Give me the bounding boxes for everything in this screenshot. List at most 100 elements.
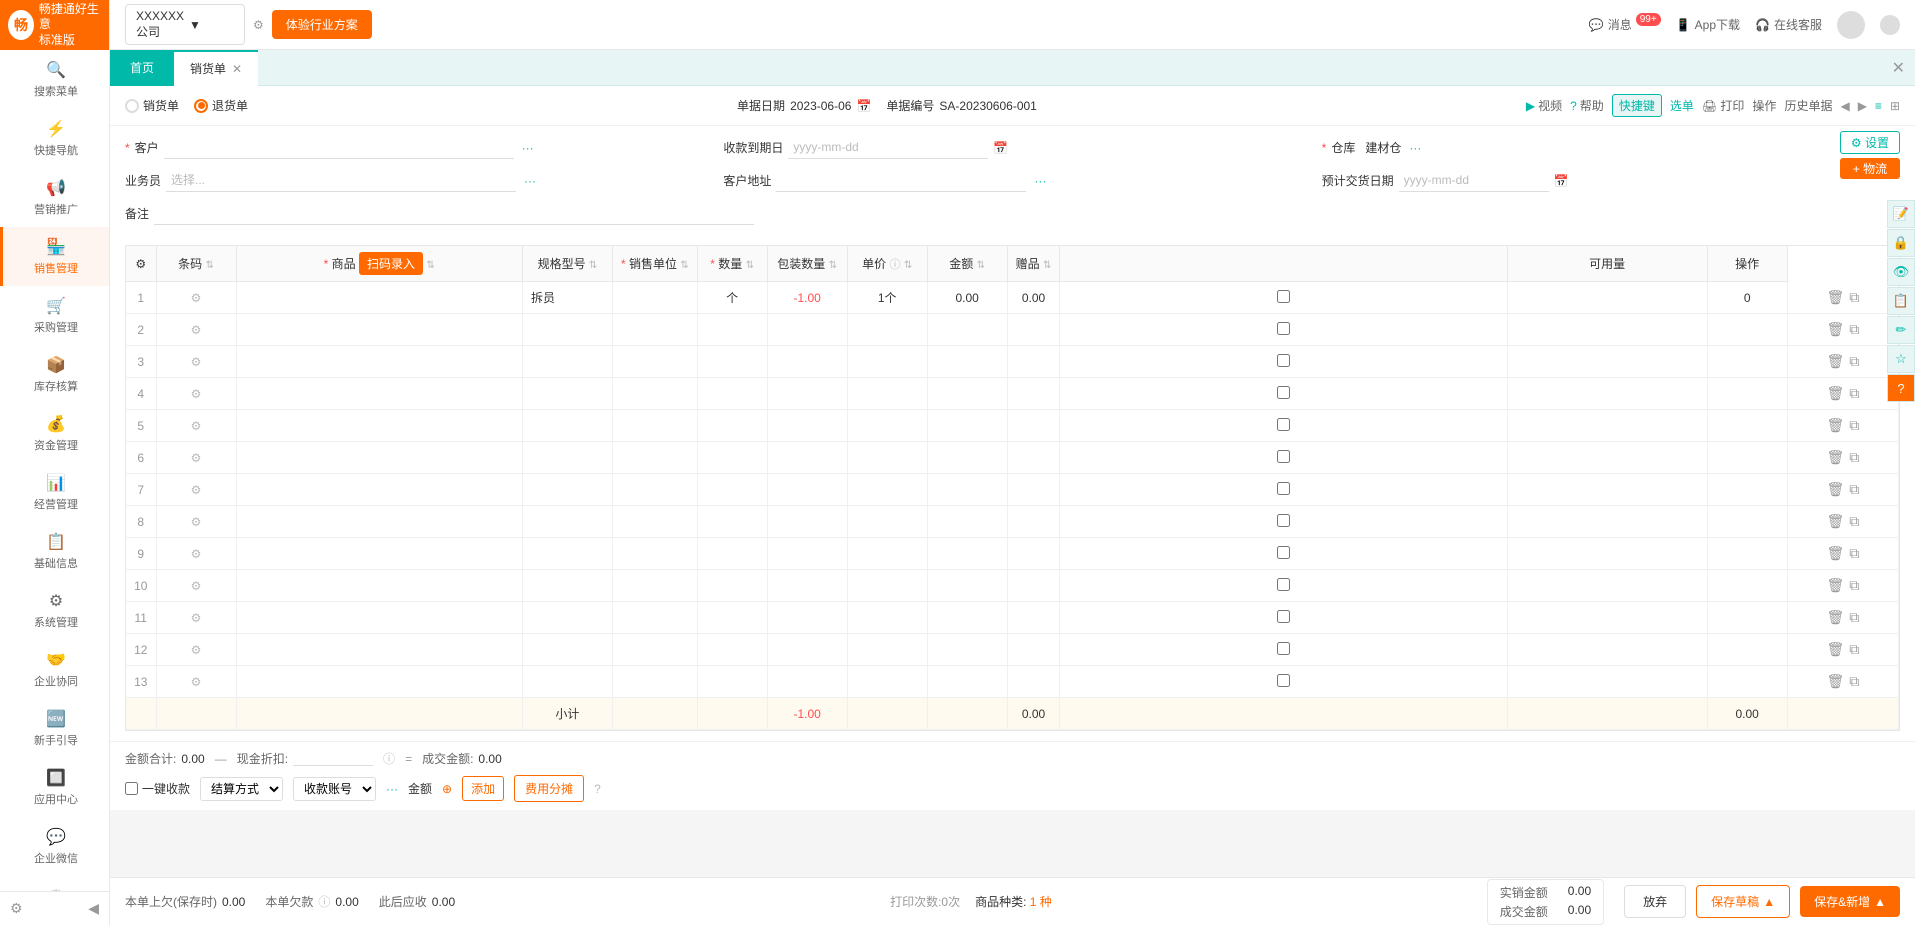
nav-prev-icon[interactable]: ◀ [1840, 99, 1849, 113]
gift-checkbox[interactable] [1277, 450, 1290, 463]
discount-input[interactable] [293, 751, 373, 766]
row-unit[interactable] [697, 538, 767, 570]
row-pkgqty[interactable] [847, 314, 927, 346]
app-download-button[interactable]: 📱 App下载 [1676, 16, 1740, 33]
row-barcode[interactable] [236, 442, 522, 474]
row-remark[interactable] [1507, 282, 1707, 314]
sidebar-item-inventory[interactable]: 📦 库存核算 [0, 345, 109, 404]
sidebar-item-search[interactable]: 🔍 搜索菜单 [0, 50, 109, 109]
row-price[interactable] [927, 570, 1007, 602]
row-gift[interactable] [1060, 474, 1507, 506]
row-qty[interactable] [767, 442, 847, 474]
history-btn[interactable]: 历史单据 [1784, 97, 1832, 114]
row-setting[interactable]: ⚙ [156, 570, 236, 602]
row-price[interactable]: 0.00 [927, 282, 1007, 314]
row-qty[interactable] [767, 506, 847, 538]
row-spec[interactable] [612, 282, 697, 314]
row-amount[interactable] [1007, 602, 1060, 634]
row-spec[interactable] [612, 378, 697, 410]
row-barcode[interactable] [236, 282, 522, 314]
gift-checkbox[interactable] [1277, 482, 1290, 495]
row-price[interactable] [927, 442, 1007, 474]
row-barcode[interactable] [236, 474, 522, 506]
copy-icon[interactable]: ⧉ [1849, 545, 1859, 562]
warehouse-more-icon[interactable]: ··· [1409, 141, 1421, 155]
row-price[interactable] [927, 314, 1007, 346]
row-gift[interactable] [1060, 282, 1507, 314]
sidebar-item-guide[interactable]: 🆕 新手引导 [0, 699, 109, 758]
row-unit[interactable] [697, 378, 767, 410]
payment-calendar-icon[interactable]: 📅 [993, 141, 1008, 155]
row-amount[interactable]: 0.00 [1007, 282, 1060, 314]
row-unit[interactable] [697, 442, 767, 474]
copy-icon[interactable]: ⧉ [1849, 609, 1859, 626]
row-remark[interactable] [1507, 602, 1707, 634]
settings-bottom-icon[interactable]: ⚙ [10, 900, 23, 917]
delete-icon[interactable]: 🗑 [1826, 545, 1844, 562]
list-view-icon[interactable]: ≡ [1875, 99, 1882, 113]
add-payment-button[interactable]: 添加 [462, 776, 504, 801]
row-gift[interactable] [1060, 538, 1507, 570]
row-product[interactable] [522, 442, 612, 474]
expense-info-icon[interactable]: ? [594, 782, 601, 796]
settlement-method-select[interactable]: 结算方式 [200, 777, 283, 801]
row-qty[interactable] [767, 410, 847, 442]
row-qty[interactable] [767, 378, 847, 410]
row-pkgqty[interactable] [847, 666, 927, 698]
gift-checkbox[interactable] [1277, 290, 1290, 303]
row-price[interactable] [927, 666, 1007, 698]
sidebar-item-quick-nav[interactable]: ⚡ 快捷导航 [0, 109, 109, 168]
row-product[interactable] [522, 602, 612, 634]
delete-icon[interactable]: 🗑 [1826, 673, 1844, 690]
row-setting[interactable]: ⚙ [156, 666, 236, 698]
help-btn[interactable]: ? 帮助 [1570, 97, 1604, 114]
row-unit[interactable]: 个 [697, 282, 767, 314]
right-tool-5[interactable]: ✏ [1887, 316, 1915, 344]
row-gift[interactable] [1060, 442, 1507, 474]
copy-icon[interactable]: ⧉ [1849, 641, 1859, 658]
row-setting[interactable]: ⚙ [156, 346, 236, 378]
row-amount[interactable] [1007, 314, 1060, 346]
gift-checkbox[interactable] [1277, 578, 1290, 591]
row-unit[interactable] [697, 410, 767, 442]
sidebar-item-business[interactable]: 📊 经营管理 [0, 463, 109, 522]
one-click-checkbox[interactable] [125, 782, 138, 795]
row-amount[interactable] [1007, 570, 1060, 602]
row-gift[interactable] [1060, 602, 1507, 634]
row-product[interactable]: 拆员 [522, 282, 612, 314]
sidebar-item-appstore[interactable]: 🔲 应用中心 [0, 758, 109, 817]
copy-icon[interactable]: ⧉ [1849, 577, 1859, 594]
sidebar-item-enterprise[interactable]: 🤝 企业协同 [0, 640, 109, 699]
row-spec[interactable] [612, 666, 697, 698]
gear-icon[interactable]: ⚙ [253, 18, 264, 32]
row-pkgqty[interactable] [847, 538, 927, 570]
collapse-icon[interactable]: ◀ [88, 900, 99, 917]
row-unit[interactable] [697, 666, 767, 698]
row-setting[interactable]: ⚙ [156, 634, 236, 666]
delete-icon[interactable]: 🗑 [1826, 577, 1844, 594]
row-price[interactable] [927, 634, 1007, 666]
price-info-icon[interactable]: ⓘ [889, 259, 900, 271]
row-spec[interactable] [612, 410, 697, 442]
right-tool-6[interactable]: ☆ [1887, 345, 1915, 373]
row-barcode[interactable] [236, 378, 522, 410]
account-more-icon[interactable]: ··· [386, 782, 398, 796]
return-order-radio[interactable]: 退货单 [194, 97, 248, 114]
discard-button[interactable]: 放弃 [1624, 885, 1686, 918]
row-gift[interactable] [1060, 314, 1507, 346]
payment-due-input[interactable] [788, 136, 988, 159]
row-pkgqty[interactable] [847, 634, 927, 666]
nav-next-icon[interactable]: ▶ [1858, 99, 1867, 113]
right-tool-1[interactable]: 📝 [1887, 200, 1915, 228]
row-setting[interactable]: ⚙ [156, 602, 236, 634]
row-spec[interactable] [612, 442, 697, 474]
delete-icon[interactable]: 🗑 [1826, 641, 1844, 658]
copy-icon[interactable]: ⧉ [1849, 513, 1859, 530]
copy-icon[interactable]: ⧉ [1849, 289, 1859, 306]
gift-checkbox[interactable] [1277, 546, 1290, 559]
row-pkgqty[interactable] [847, 506, 927, 538]
row-spec[interactable] [612, 570, 697, 602]
customer-address-input[interactable] [776, 169, 1026, 192]
delivery-calendar-icon[interactable]: 📅 [1554, 174, 1569, 188]
delete-icon[interactable]: 🗑 [1826, 417, 1844, 434]
